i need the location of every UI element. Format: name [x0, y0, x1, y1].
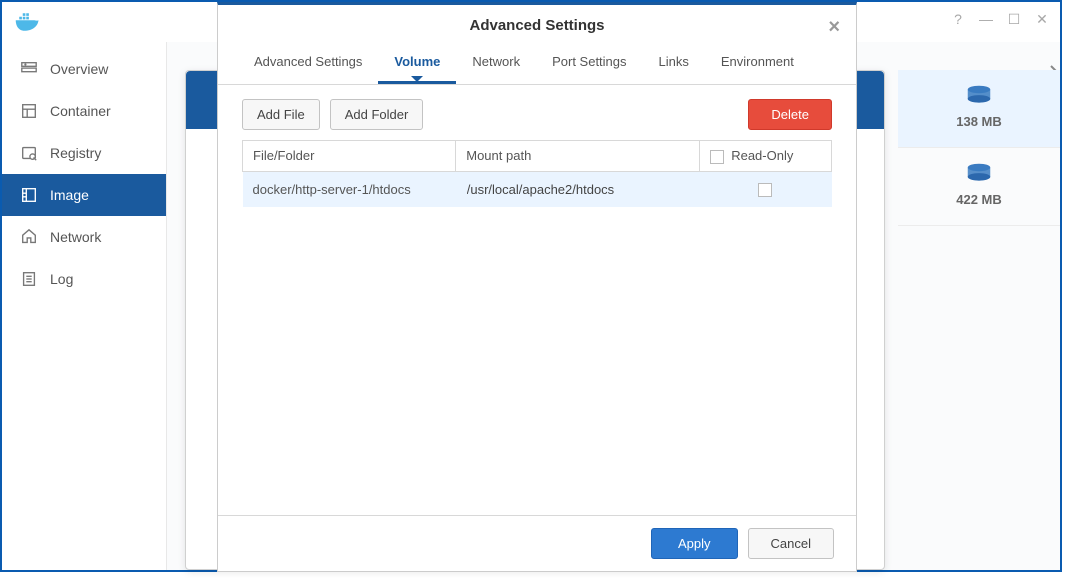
window-minimize-icon[interactable]: — [974, 10, 998, 28]
sidebar-item-image[interactable]: Image [2, 174, 166, 216]
volume-table: File/Folder Mount path Read-Only docker/… [242, 140, 832, 207]
disk-stack-icon [964, 162, 994, 186]
mount-path-cell [456, 171, 700, 207]
sidebar-label: Container [50, 103, 111, 119]
file-folder-cell: docker/http-server-1/htdocs [243, 171, 456, 207]
delete-button[interactable]: Delete [748, 99, 832, 130]
tab-environment[interactable]: Environment [705, 44, 810, 84]
image-row[interactable]: 138 MB [898, 70, 1060, 148]
disk-stack-icon [964, 84, 994, 108]
mount-path-input[interactable] [466, 181, 690, 198]
readonly-checkbox[interactable] [758, 183, 772, 197]
modal-footer: Apply Cancel [218, 515, 856, 571]
window-controls: ? — ☐ ✕ [946, 10, 1054, 28]
sidebar: Overview Container Registry Image Networ… [2, 42, 167, 570]
tab-bar: Advanced Settings Volume Network Port Se… [218, 44, 856, 85]
sidebar-label: Registry [50, 145, 101, 161]
tab-links[interactable]: Links [643, 44, 705, 84]
image-icon [20, 186, 38, 204]
modal-title-bar: Advanced Settings × [218, 5, 856, 42]
image-list: 138 MB 422 MB [898, 70, 1060, 226]
button-row: Add File Add Folder Delete [242, 99, 832, 130]
add-file-button[interactable]: Add File [242, 99, 320, 130]
sidebar-label: Log [50, 271, 73, 287]
image-size: 422 MB [956, 192, 1002, 207]
sidebar-item-container[interactable]: Container [2, 90, 166, 132]
app-window: ? — ☐ ✕ Overview Container Registry Imag… [0, 0, 1062, 572]
modal-close-icon[interactable]: × [828, 17, 840, 37]
readonly-cell [699, 171, 831, 207]
sidebar-label: Image [50, 187, 89, 203]
add-folder-button[interactable]: Add Folder [330, 99, 424, 130]
window-help-icon[interactable]: ? [946, 10, 970, 28]
volume-row[interactable]: docker/http-server-1/htdocs [243, 171, 832, 207]
cancel-button[interactable]: Cancel [748, 528, 834, 559]
overview-icon [20, 60, 38, 78]
col-read-only: Read-Only [699, 141, 831, 172]
sidebar-label: Overview [50, 61, 108, 77]
modal-body: Add File Add Folder Delete File/Folder M… [218, 85, 856, 221]
image-row[interactable]: 422 MB [898, 148, 1060, 226]
log-icon [20, 270, 38, 288]
image-size: 138 MB [956, 114, 1002, 129]
network-icon [20, 228, 38, 246]
col-file-folder: File/Folder [243, 141, 456, 172]
registry-icon [20, 144, 38, 162]
sidebar-label: Network [50, 229, 101, 245]
tab-network[interactable]: Network [456, 44, 536, 84]
col-mount-path: Mount path [456, 141, 700, 172]
readonly-header-checkbox[interactable] [710, 150, 724, 164]
apply-button[interactable]: Apply [651, 528, 738, 559]
window-close-icon[interactable]: ✕ [1030, 10, 1054, 28]
sidebar-item-registry[interactable]: Registry [2, 132, 166, 174]
docker-whale-icon [14, 11, 42, 33]
readonly-label: Read-Only [731, 148, 793, 163]
sidebar-item-overview[interactable]: Overview [2, 48, 166, 90]
tab-advanced[interactable]: Advanced Settings [238, 44, 378, 84]
container-icon [20, 102, 38, 120]
advanced-settings-modal: Advanced Settings × Advanced Settings Vo… [217, 2, 857, 572]
tab-volume[interactable]: Volume [378, 44, 456, 84]
modal-title-text: Advanced Settings [469, 17, 604, 34]
sidebar-item-network[interactable]: Network [2, 216, 166, 258]
sidebar-item-log[interactable]: Log [2, 258, 166, 300]
window-maximize-icon[interactable]: ☐ [1002, 10, 1026, 28]
tab-port[interactable]: Port Settings [536, 44, 642, 84]
